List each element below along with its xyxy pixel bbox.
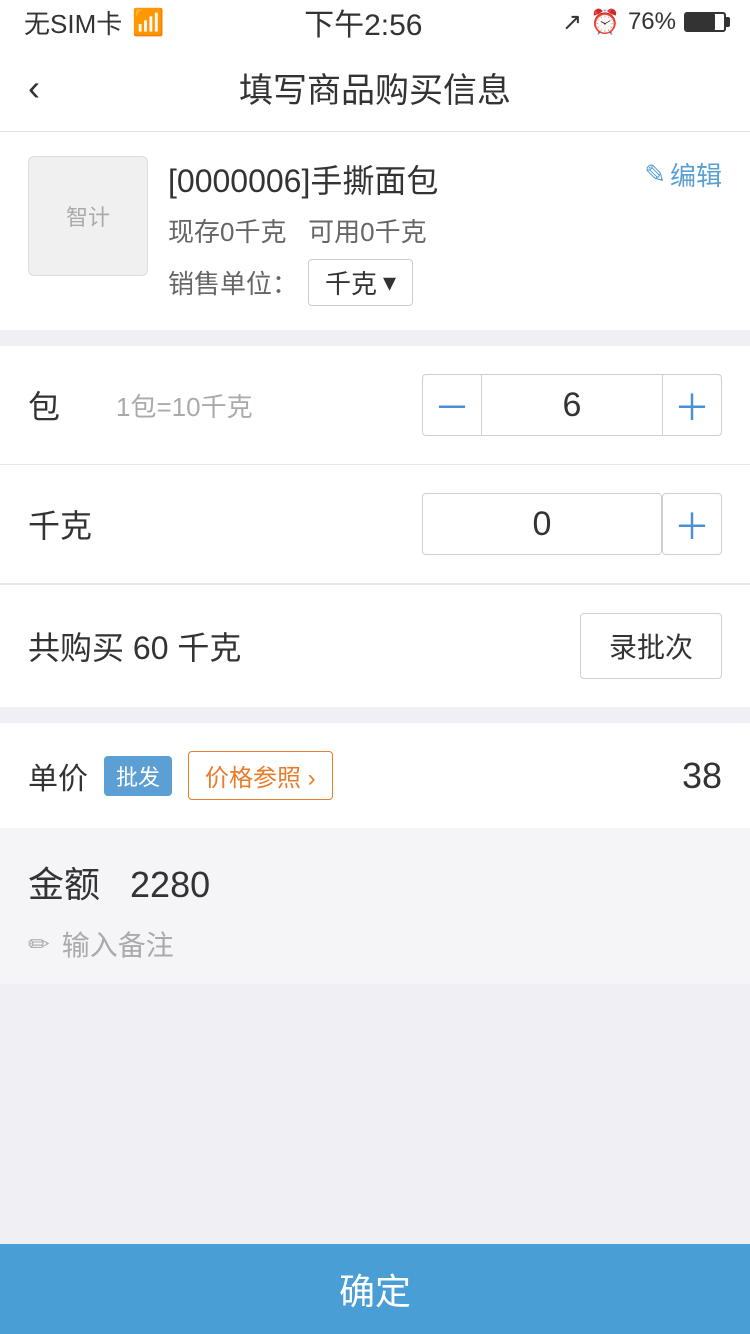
chevron-down-icon: ▾: [383, 267, 396, 298]
amount-section: 金额 2280 ✏ 输入备注: [0, 828, 750, 984]
product-name: [0000006]手撕面包: [168, 156, 722, 202]
edit-icon: ✎: [644, 159, 666, 190]
kg-quantity-input[interactable]: [422, 493, 662, 555]
product-unit-row: 销售单位： 千克 ▾: [168, 259, 722, 306]
bag-label: 包: [28, 382, 108, 428]
wifi-icon: 📶: [132, 7, 164, 38]
unit-selector[interactable]: 千克 ▾: [308, 259, 413, 306]
divider-1: [0, 330, 750, 346]
status-carrier: 无SIM卡 📶: [24, 4, 165, 41]
kg-label: 千克: [28, 501, 108, 547]
bag-minus-button[interactable]: －: [422, 374, 482, 436]
kg-row: 千克 ＋: [0, 465, 750, 584]
product-image: 智计: [28, 156, 148, 276]
battery-icon: [684, 12, 726, 32]
product-info: [0000006]手撕面包 现存0千克 可用0千克 销售单位： 千克 ▾: [168, 156, 722, 306]
kg-quantity-control: ＋: [422, 493, 722, 555]
confirm-button-label: 确定: [339, 1263, 411, 1315]
bag-hint: 1包=10千克: [116, 387, 422, 424]
summary-text: 共购买 60 千克: [28, 623, 241, 669]
page-title: 填写商品购买信息: [239, 63, 511, 112]
plus-icon: ＋: [674, 498, 710, 550]
price-ref-button[interactable]: 价格参照 ›: [188, 751, 333, 800]
battery-label: 76%: [628, 8, 676, 36]
price-section: 单价 批发 价格参照 › 38: [0, 723, 750, 828]
remark-row[interactable]: ✏ 输入备注: [28, 924, 722, 964]
summary-row: 共购买 60 千克 录批次: [0, 584, 750, 707]
status-bar: 无SIM卡 📶 下午2:56 ↗ ⏰ 76%: [0, 0, 750, 44]
status-right: ↗ ⏰ 76%: [562, 8, 726, 37]
remark-placeholder: 输入备注: [62, 924, 174, 964]
pencil-icon: ✏: [28, 929, 50, 960]
price-value: 38: [682, 755, 722, 797]
bag-quantity-input[interactable]: [482, 374, 662, 436]
bag-plus-button[interactable]: ＋: [662, 374, 722, 436]
minus-icon: －: [434, 379, 470, 431]
divider-2: [0, 707, 750, 723]
alarm-icon: ⏰: [590, 8, 620, 37]
confirm-button[interactable]: 确定: [0, 1244, 750, 1334]
bag-quantity-control: － ＋: [422, 374, 722, 436]
product-stock: 现存0千克 可用0千克: [168, 212, 722, 249]
price-tag: 批发: [104, 756, 172, 796]
amount-value: 2280: [130, 864, 210, 905]
quantity-section: 包 1包=10千克 － ＋ 千克 ＋ 共购买 60 千克 录批次: [0, 346, 750, 707]
back-button[interactable]: ‹: [28, 67, 40, 109]
kg-plus-button[interactable]: ＋: [662, 493, 722, 555]
amount-row: 金额 2280: [28, 856, 722, 908]
nav-bar: ‹ 填写商品购买信息: [0, 44, 750, 132]
product-logo-text: 智计: [66, 200, 110, 232]
plus-icon: ＋: [674, 379, 710, 431]
location-icon: ↗: [562, 8, 582, 37]
record-batch-button[interactable]: 录批次: [580, 613, 722, 679]
status-time: 下午2:56: [304, 0, 422, 44]
bag-row: 包 1包=10千克 － ＋: [0, 346, 750, 465]
product-card: 智计 [0000006]手撕面包 现存0千克 可用0千克 销售单位： 千克 ▾ …: [0, 132, 750, 330]
price-label: 单价: [28, 754, 88, 798]
edit-button[interactable]: ✎ 编辑: [644, 156, 722, 193]
